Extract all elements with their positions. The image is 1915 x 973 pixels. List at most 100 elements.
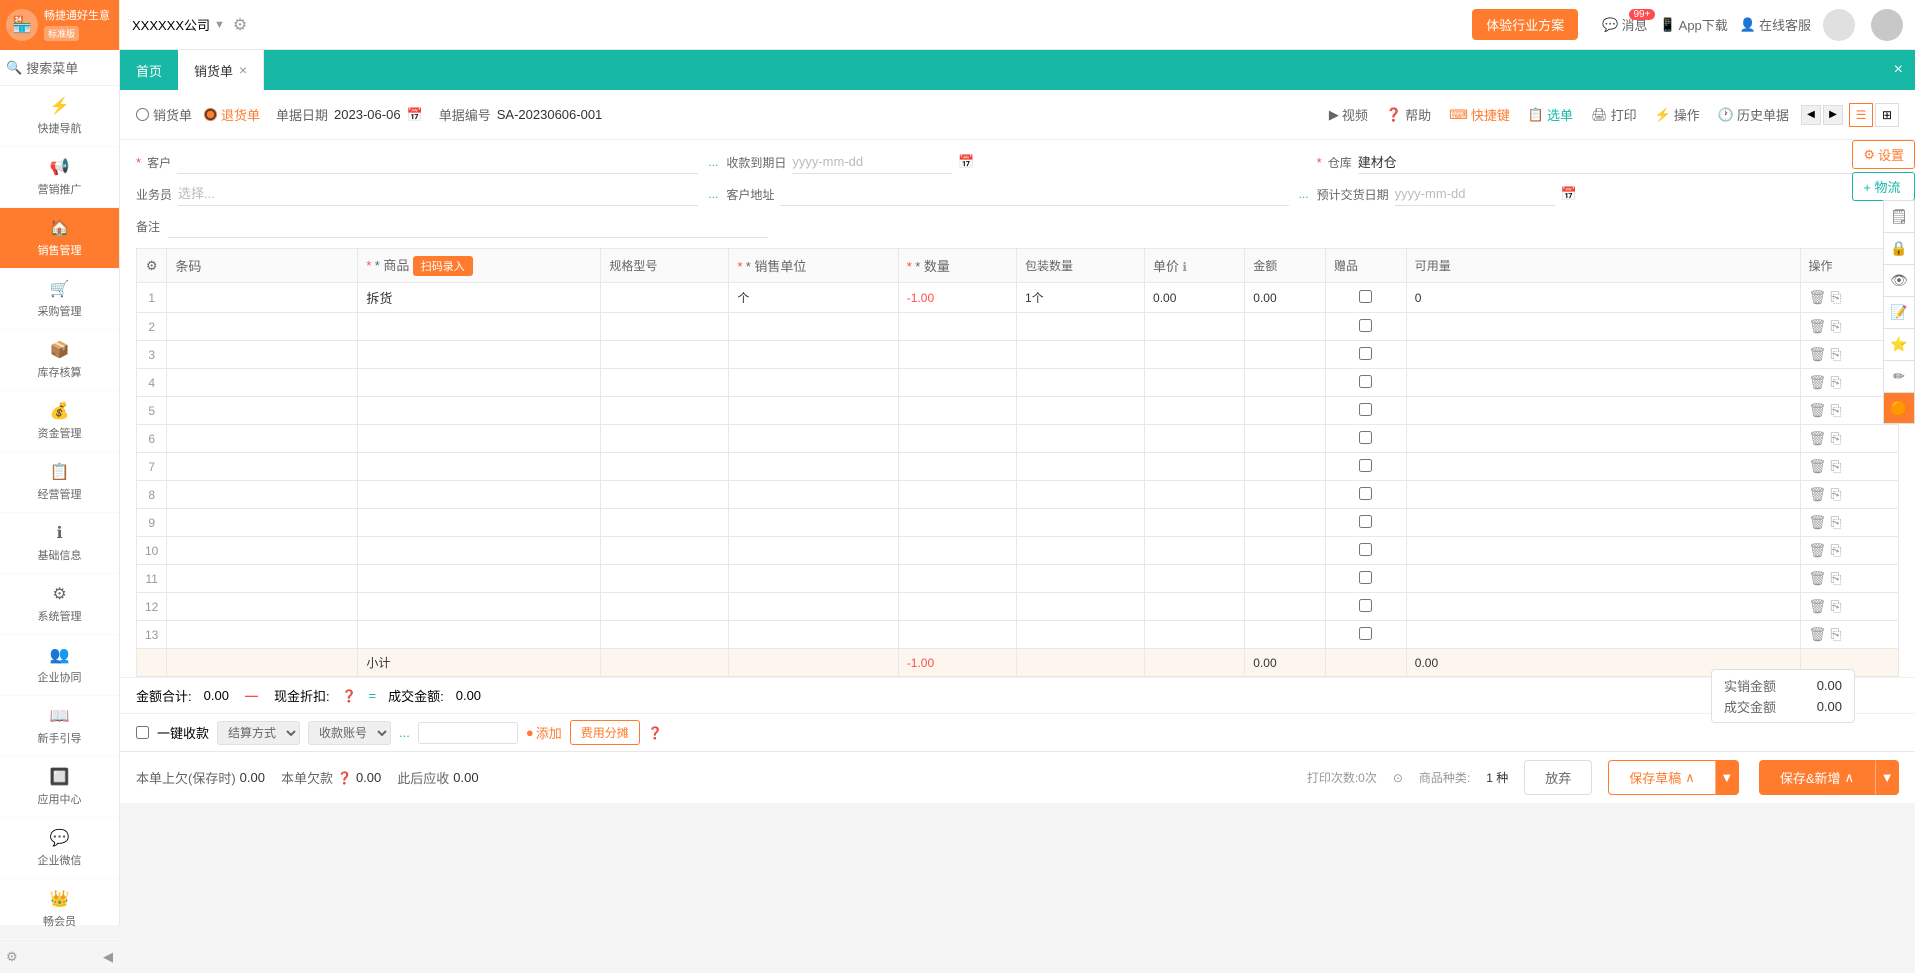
row-quantity[interactable] [898, 425, 1016, 453]
row-unit[interactable] [729, 621, 898, 649]
row-unit[interactable] [729, 453, 898, 481]
floating-btn-1[interactable]: 🗒 [1883, 200, 1915, 232]
row-copy-icon[interactable]: ⎘ [1830, 402, 1841, 419]
row-product[interactable] [358, 537, 601, 565]
discount-info-icon[interactable]: ❓ [342, 689, 357, 703]
gift-checkbox[interactable] [1359, 459, 1372, 472]
row-copy-icon[interactable]: ⎘ [1830, 346, 1841, 363]
barcode-input[interactable] [175, 404, 255, 418]
delivery-calendar-icon[interactable]: 📅 [1561, 186, 1577, 202]
app-download-button[interactable]: 📱 App下载 [1659, 15, 1727, 34]
save-draft-split-button[interactable]: ▼ [1715, 760, 1739, 795]
barcode-input[interactable] [175, 628, 255, 642]
gift-checkbox[interactable] [1359, 290, 1372, 303]
row-gift[interactable] [1326, 593, 1407, 621]
row-pack-qty[interactable] [1017, 481, 1145, 509]
barcode-input[interactable] [175, 460, 255, 474]
sidebar-item-finance[interactable]: 💰 资金管理 [0, 391, 119, 452]
logistics-button[interactable]: + 物流 [1852, 172, 1915, 201]
row-spec[interactable] [601, 565, 729, 593]
save-draft-button[interactable]: 保存草稿 ∧ [1608, 760, 1715, 795]
customer-selector-icon[interactable]: ... [708, 155, 718, 169]
sidebar-settings-icon[interactable]: ⚙ [6, 949, 18, 965]
save-new-button[interactable]: 保存&新增 ∧ [1759, 760, 1875, 795]
sidebar-item-guide[interactable]: 📖 新手引导 [0, 696, 119, 757]
row-product[interactable] [358, 341, 601, 369]
row-pack-qty[interactable] [1017, 425, 1145, 453]
row-pack-qty[interactable]: 1个 [1017, 283, 1145, 313]
row-unit[interactable]: 个 [729, 283, 898, 313]
calc-method-select[interactable]: 结算方式 [217, 721, 300, 745]
barcode-input[interactable] [175, 348, 255, 362]
company-selector[interactable]: XXXXXX公司 ▼ [132, 15, 225, 34]
row-quantity[interactable] [898, 481, 1016, 509]
row-spec[interactable] [601, 313, 729, 341]
row-amount[interactable] [1245, 537, 1326, 565]
barcode-input[interactable] [175, 320, 255, 334]
address-selector-icon[interactable]: ... [1299, 187, 1309, 201]
row-product[interactable] [358, 509, 601, 537]
row-gift[interactable] [1326, 537, 1407, 565]
sidebar-item-inventory[interactable]: 📦 库存核算 [0, 330, 119, 391]
tab-sales-order[interactable]: 销货单 × [178, 50, 264, 90]
row-amount[interactable]: 0.00 [1245, 283, 1326, 313]
row-pack-qty[interactable] [1017, 453, 1145, 481]
abandon-button[interactable]: 放弃 [1524, 760, 1592, 795]
row-barcode[interactable] [167, 593, 358, 621]
row-spec[interactable] [601, 593, 729, 621]
row-unit-price[interactable] [1145, 481, 1245, 509]
gift-checkbox[interactable] [1359, 319, 1372, 332]
notes-input[interactable] [168, 214, 768, 238]
row-delete-icon[interactable]: 🗑 [1809, 598, 1827, 615]
row-quantity[interactable] [898, 397, 1016, 425]
gift-checkbox[interactable] [1359, 627, 1372, 640]
row-delete-icon[interactable]: 🗑 [1809, 626, 1827, 643]
row-unit[interactable] [729, 481, 898, 509]
row-copy-icon[interactable]: ⎘ [1830, 318, 1841, 335]
row-barcode[interactable] [167, 397, 358, 425]
table-settings-icon[interactable]: ⚙ [146, 258, 158, 273]
row-spec[interactable] [601, 481, 729, 509]
row-barcode[interactable] [167, 621, 358, 649]
row-gift[interactable] [1326, 397, 1407, 425]
row-unit-price[interactable] [1145, 313, 1245, 341]
gift-checkbox[interactable] [1359, 431, 1372, 444]
row-gift[interactable] [1326, 313, 1407, 341]
order-num-value[interactable]: SA-20230606-001 [497, 107, 603, 122]
row-unit-price[interactable] [1145, 425, 1245, 453]
row-barcode[interactable] [167, 537, 358, 565]
row-quantity[interactable] [898, 453, 1016, 481]
gift-checkbox[interactable] [1359, 375, 1372, 388]
message-button[interactable]: 💬 消息 99+ [1602, 15, 1647, 34]
sidebar-item-wechat[interactable]: 💬 企业微信 [0, 818, 119, 879]
row-gift[interactable] [1326, 341, 1407, 369]
row-amount[interactable] [1245, 313, 1326, 341]
row-amount[interactable] [1245, 341, 1326, 369]
product-types-icon[interactable]: ⊙ [1393, 771, 1403, 785]
row-barcode[interactable] [167, 425, 358, 453]
row-copy-icon[interactable]: ⎘ [1830, 626, 1841, 643]
account-dots-icon[interactable]: ... [399, 725, 410, 740]
gift-checkbox[interactable] [1359, 403, 1372, 416]
online-service-button[interactable]: 👤 在线客服 [1740, 15, 1811, 34]
row-barcode[interactable] [167, 313, 358, 341]
view-grid-button[interactable]: ⊞ [1875, 103, 1899, 127]
radio-sales-order[interactable]: 销货单 [136, 105, 192, 124]
row-quantity[interactable] [898, 621, 1016, 649]
sidebar-item-collab[interactable]: 👥 企业协同 [0, 635, 119, 696]
order-due-info-icon[interactable]: ❓ [337, 771, 352, 785]
payment-due-input[interactable] [792, 150, 952, 174]
row-pack-qty[interactable] [1017, 593, 1145, 621]
warehouse-input[interactable] [1358, 150, 1879, 174]
row-delete-icon[interactable]: 🗑 [1809, 430, 1827, 447]
row-gift[interactable] [1326, 283, 1407, 313]
delivery-date-input[interactable] [1395, 182, 1555, 206]
calendar-icon[interactable]: 📅 [407, 107, 423, 123]
row-gift[interactable] [1326, 481, 1407, 509]
row-delete-icon[interactable]: 🗑 [1809, 346, 1827, 363]
row-spec[interactable] [601, 621, 729, 649]
row-unit-price[interactable] [1145, 537, 1245, 565]
operation-button[interactable]: ⚡ 操作 [1649, 102, 1706, 127]
shortcut-button[interactable]: ⌨ 快捷键 [1443, 102, 1516, 127]
row-gift[interactable] [1326, 425, 1407, 453]
